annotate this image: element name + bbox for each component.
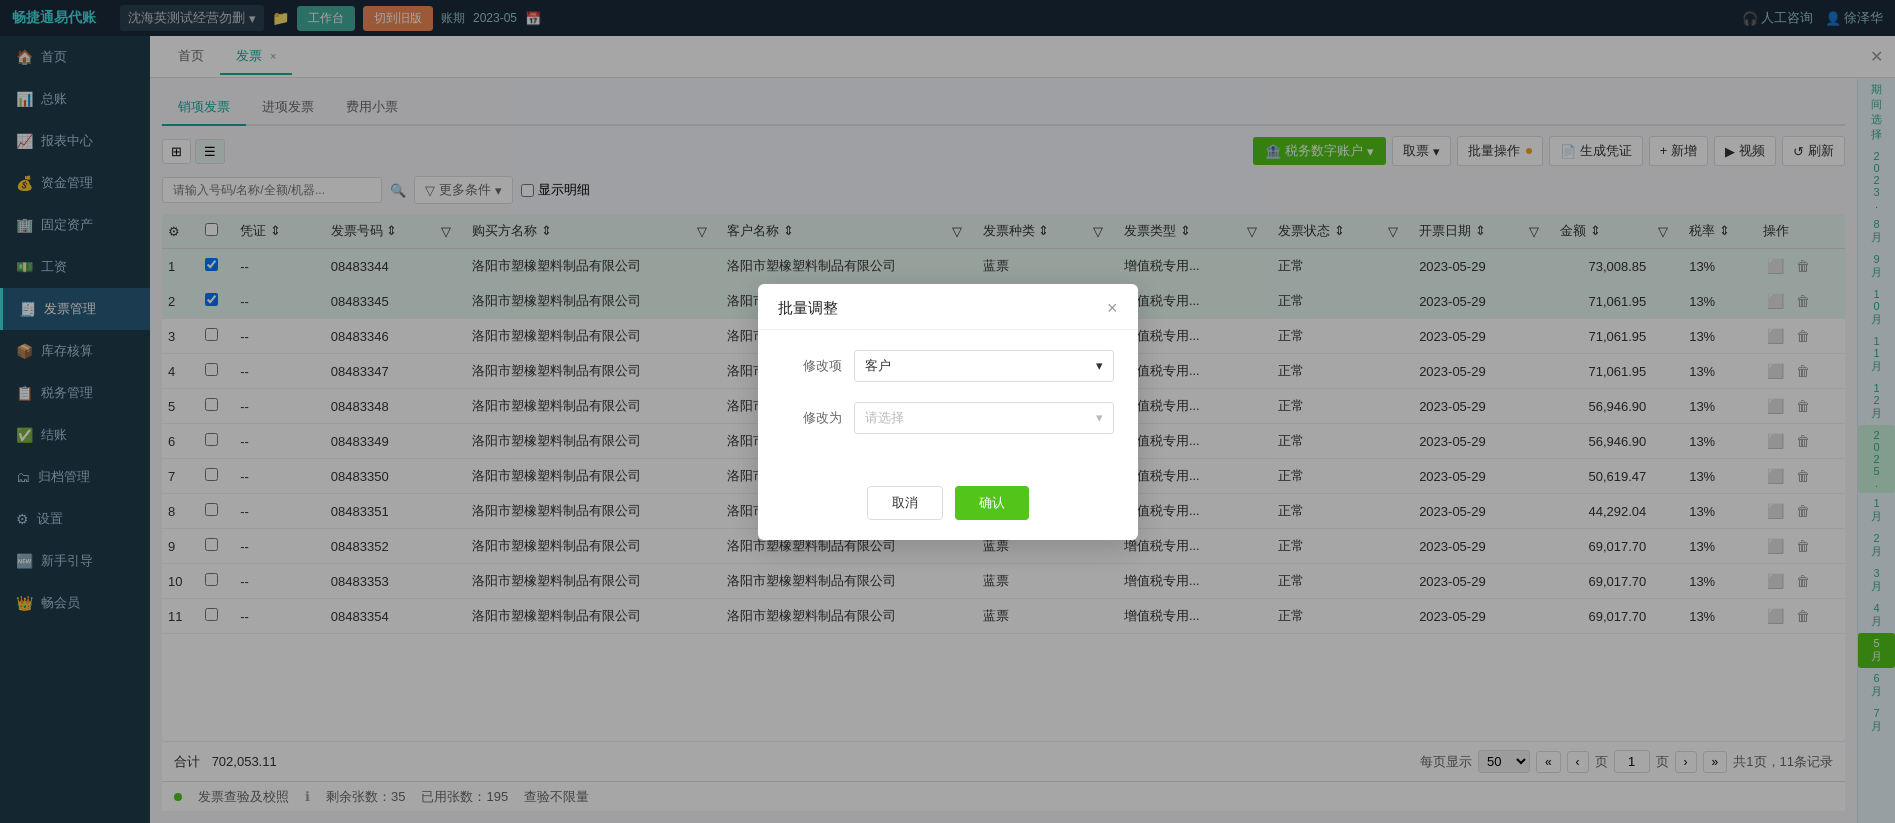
modal-value-row: 修改为 请选择 ▾ — [782, 402, 1114, 434]
modal-field-row: 修改项 客户 ▾ — [782, 350, 1114, 382]
modal-cancel-btn[interactable]: 取消 — [867, 486, 943, 520]
modal-body: 修改项 客户 ▾ 修改为 请选择 ▾ — [758, 330, 1138, 474]
modal-field-value: 客户 — [865, 357, 891, 375]
modal-field-label: 修改项 — [782, 357, 842, 375]
modal-footer: 取消 确认 — [758, 474, 1138, 540]
modal-value-placeholder: 请选择 — [865, 409, 904, 427]
modal-overlay[interactable]: 批量调整 × 修改项 客户 ▾ 修改为 请选择 ▾ 取消 确认 — [0, 0, 1895, 823]
modal-title: 批量调整 — [778, 299, 838, 318]
modal-value-select[interactable]: 请选择 ▾ — [854, 402, 1114, 434]
modal-confirm-btn[interactable]: 确认 — [955, 486, 1029, 520]
batch-adjust-modal: 批量调整 × 修改项 客户 ▾ 修改为 请选择 ▾ 取消 确认 — [758, 284, 1138, 540]
modal-header: 批量调整 × — [758, 284, 1138, 330]
modal-value-label: 修改为 — [782, 409, 842, 427]
field-dropdown-icon: ▾ — [1096, 358, 1103, 373]
modal-close-btn[interactable]: × — [1107, 298, 1118, 319]
value-dropdown-icon: ▾ — [1096, 410, 1103, 425]
modal-field-select[interactable]: 客户 ▾ — [854, 350, 1114, 382]
